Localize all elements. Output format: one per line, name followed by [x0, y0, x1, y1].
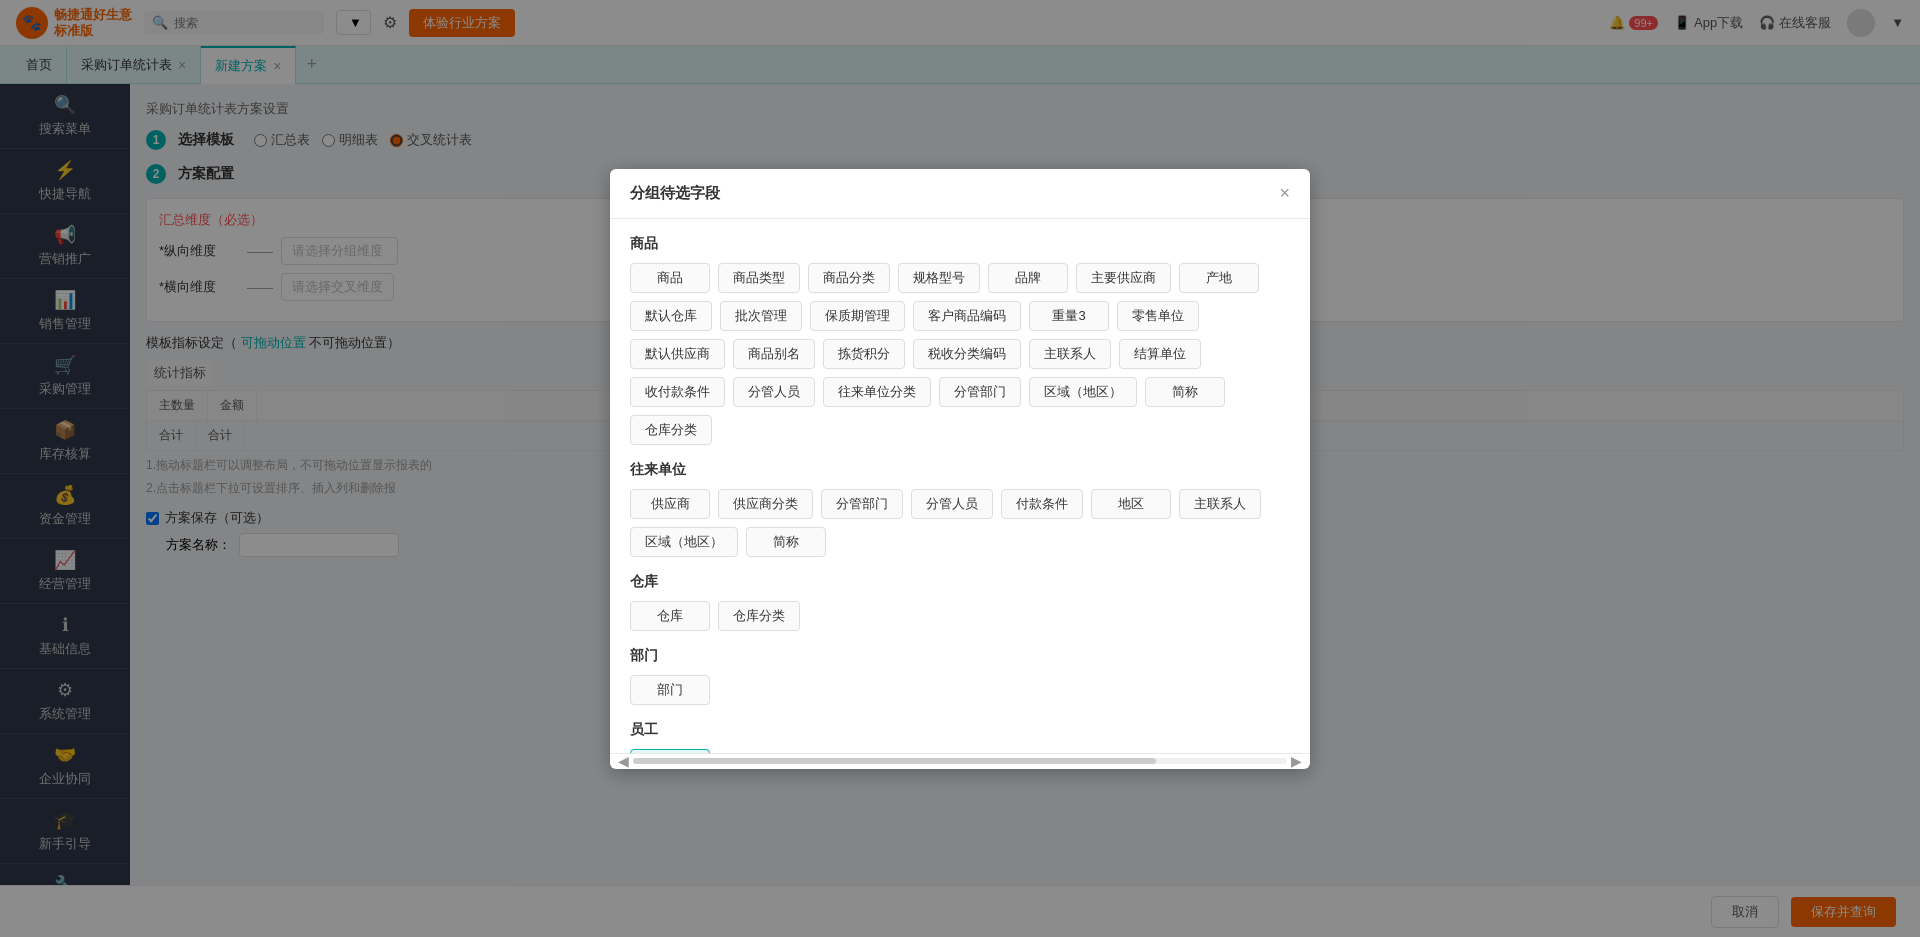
field-tag-main-contact2[interactable]: 主联系人 [1179, 489, 1261, 519]
field-tag-customer-code[interactable]: 客户商品编码 [913, 301, 1021, 331]
field-tag-warehouse[interactable]: 仓库 [630, 601, 710, 631]
field-tag-mgmt-dept[interactable]: 分管部门 [939, 377, 1021, 407]
section-counterpart-tags: 供应商 供应商分类 分管部门 分管人员 付款条件 地区 主联系人 区域（地区） … [630, 489, 1290, 557]
field-tag-product-alias[interactable]: 商品别名 [733, 339, 815, 369]
field-tag-default-supplier[interactable]: 默认供应商 [630, 339, 725, 369]
modal-body: 商品 商品 商品类型 商品分类 规格型号 品牌 主要供应商 产地 默认仓库 批次… [610, 219, 1310, 753]
field-tag-shelf-life[interactable]: 保质期管理 [810, 301, 905, 331]
field-tag-abbrev2[interactable]: 简称 [746, 527, 826, 557]
field-tag-person[interactable]: 分管人员 [911, 489, 993, 519]
field-tag-settlement-unit[interactable]: 结算单位 [1119, 339, 1201, 369]
modal-overlay: 分组待选字段 × 商品 商品 商品类型 商品分类 规格型号 品牌 主要供应商 产… [0, 0, 1920, 937]
field-tag-department[interactable]: 部门 [630, 675, 710, 705]
field-tag-region[interactable]: 区域（地区） [1029, 377, 1137, 407]
modal-scrollbar-thumb [633, 758, 1156, 764]
modal: 分组待选字段 × 商品 商品 商品类型 商品分类 规格型号 品牌 主要供应商 产… [610, 169, 1310, 769]
field-tag-main-contact[interactable]: 主联系人 [1029, 339, 1111, 369]
section-staff-title: 员工 [630, 721, 1290, 739]
modal-header: 分组待选字段 × [610, 169, 1310, 219]
field-tag-abbrev[interactable]: 简称 [1145, 377, 1225, 407]
field-tag-mgmt-person[interactable]: 分管人员 [733, 377, 815, 407]
scroll-right-btn[interactable]: ▶ [1287, 753, 1306, 769]
section-counterpart: 往来单位 供应商 供应商分类 分管部门 分管人员 付款条件 地区 主联系人 区域… [630, 461, 1290, 557]
field-tag-warehouse-cat[interactable]: 仓库分类 [630, 415, 712, 445]
field-tag-brand[interactable]: 品牌 [988, 263, 1068, 293]
field-tag-spec-model[interactable]: 规格型号 [898, 263, 980, 293]
field-tag-tax-code[interactable]: 税收分类编码 [913, 339, 1021, 369]
field-tag-origin[interactable]: 产地 [1179, 263, 1259, 293]
modal-scrollbar-track[interactable] [633, 758, 1287, 764]
field-tag-weight3[interactable]: 重量3 [1029, 301, 1109, 331]
scroll-left-btn[interactable]: ◀ [614, 753, 633, 769]
field-tag-supplier-cat[interactable]: 供应商分类 [718, 489, 813, 519]
field-tag-counterpart-cat[interactable]: 往来单位分类 [823, 377, 931, 407]
field-tag-warehouse-cat2[interactable]: 仓库分类 [718, 601, 800, 631]
section-department: 部门 部门 [630, 647, 1290, 705]
field-tag-dept[interactable]: 分管部门 [821, 489, 903, 519]
section-department-title: 部门 [630, 647, 1290, 665]
field-tag-main-supplier[interactable]: 主要供应商 [1076, 263, 1171, 293]
field-tag-supplier[interactable]: 供应商 [630, 489, 710, 519]
section-product: 商品 商品 商品类型 商品分类 规格型号 品牌 主要供应商 产地 默认仓库 批次… [630, 235, 1290, 445]
section-department-tags: 部门 [630, 675, 1290, 705]
field-tag-retail-unit[interactable]: 零售单位 [1117, 301, 1199, 331]
field-tag-product-type[interactable]: 商品类型 [718, 263, 800, 293]
section-counterpart-title: 往来单位 [630, 461, 1290, 479]
field-tag-payment-terms[interactable]: 收付款条件 [630, 377, 725, 407]
section-staff: 员工 业务员 [630, 721, 1290, 753]
field-tag-batch-mgmt[interactable]: 批次管理 [720, 301, 802, 331]
section-product-title: 商品 [630, 235, 1290, 253]
section-product-tags: 商品 商品类型 商品分类 规格型号 品牌 主要供应商 产地 默认仓库 批次管理 … [630, 263, 1290, 445]
section-warehouse: 仓库 仓库 仓库分类 [630, 573, 1290, 631]
section-warehouse-tags: 仓库 仓库分类 [630, 601, 1290, 631]
field-tag-default-warehouse[interactable]: 默认仓库 [630, 301, 712, 331]
field-tag-area[interactable]: 地区 [1091, 489, 1171, 519]
modal-title: 分组待选字段 [630, 184, 720, 203]
modal-close-button[interactable]: × [1279, 183, 1290, 204]
field-tag-pick-points[interactable]: 拣货积分 [823, 339, 905, 369]
section-warehouse-title: 仓库 [630, 573, 1290, 591]
field-tag-product-cat[interactable]: 商品分类 [808, 263, 890, 293]
field-tag-pay-cond[interactable]: 付款条件 [1001, 489, 1083, 519]
modal-scrollbar-area: ◀ ▶ [610, 753, 1310, 769]
field-tag-region2[interactable]: 区域（地区） [630, 527, 738, 557]
field-tag-product[interactable]: 商品 [630, 263, 710, 293]
